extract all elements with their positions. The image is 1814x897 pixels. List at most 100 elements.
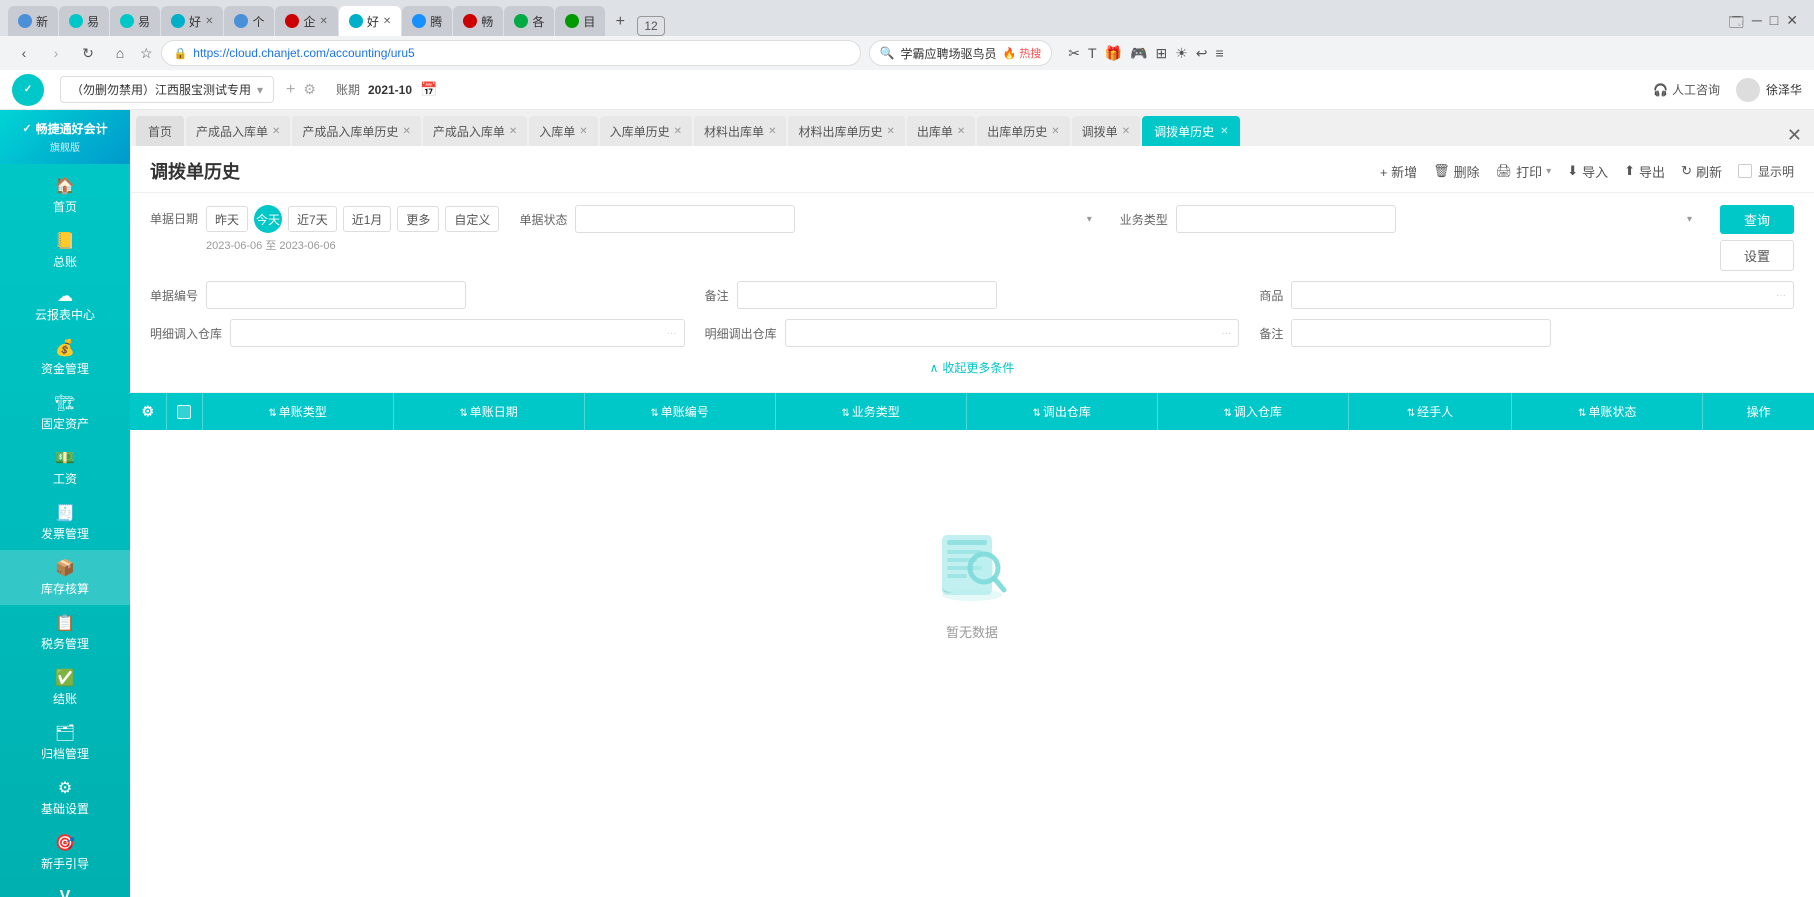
browser-tab-11[interactable]: 目	[555, 6, 605, 36]
tab-close-prod-in[interactable]: ✕	[272, 126, 280, 137]
settings-icon[interactable]: ⚙	[303, 81, 316, 98]
minimize-icon[interactable]: ─	[1752, 12, 1762, 36]
biztype-select-wrapper[interactable]: ▾	[1176, 205, 1700, 233]
browser-tab-7[interactable]: 好 ✕	[339, 6, 401, 36]
ext-icon-2[interactable]: T	[1088, 45, 1097, 62]
browser-tab-8[interactable]: 腾	[402, 6, 452, 36]
sidebar-item-report[interactable]: ☁ 云报表中心	[0, 278, 130, 330]
th-gear[interactable]: ⚙	[130, 393, 166, 430]
remark-input[interactable]	[737, 281, 997, 309]
th-in-warehouse[interactable]: ⇅调入仓库	[1157, 393, 1348, 430]
address-bar[interactable]: 🔒 https://cloud.chanjet.com/accounting/u…	[161, 40, 861, 66]
sidebar-item-tax[interactable]: 📋 税务管理	[0, 605, 130, 660]
th-doc-type[interactable]: ⇅单账类型	[202, 393, 393, 430]
page-tab-in-hist[interactable]: 入库单历史 ✕	[600, 116, 692, 146]
page-tab-out[interactable]: 出库单 ✕	[907, 116, 975, 146]
close-all-tabs-btn[interactable]: ✕	[1781, 125, 1808, 146]
sidebar-item-fund[interactable]: 💰 资金管理	[0, 330, 130, 385]
ext-icon-5[interactable]: ⊞	[1155, 45, 1167, 62]
ext-icon-3[interactable]: 🎁	[1105, 45, 1122, 62]
ext-icon-7[interactable]: ↩	[1196, 45, 1208, 62]
sidebar-item-settings[interactable]: ⚙ 基础设置	[0, 770, 130, 825]
page-tab-home[interactable]: 首页	[136, 116, 184, 146]
browser-tab-9[interactable]: 畅	[453, 6, 503, 36]
refresh-button[interactable]: ↻	[76, 41, 100, 65]
sidebar-item-home[interactable]: 🏠 首页	[0, 168, 130, 223]
browser-tab-4[interactable]: 好 ✕	[161, 6, 223, 36]
calendar-icon[interactable]: 📅	[420, 81, 437, 98]
page-tab-in[interactable]: 入库单 ✕	[529, 116, 597, 146]
page-tab-transfer-hist[interactable]: 调拨单历史 ✕	[1142, 116, 1240, 146]
tab-close-transfer-hist[interactable]: ✕	[1220, 126, 1228, 137]
setting-button[interactable]: 设置	[1720, 240, 1794, 271]
show-toggle-checkbox[interactable]	[1738, 164, 1752, 178]
user-info[interactable]: 徐泽华	[1736, 78, 1802, 102]
new-tab-button[interactable]: +	[606, 8, 634, 36]
page-tab-prod-in[interactable]: 产成品入库单 ✕	[186, 116, 290, 146]
ext-icon-4[interactable]: 🎮	[1130, 45, 1147, 62]
sidebar-item-settle[interactable]: ✅ 结账	[0, 660, 130, 715]
tab-close-mat-out[interactable]: ✕	[768, 126, 776, 137]
bookmark-button[interactable]: ☆	[140, 45, 153, 62]
sidebar-item-salary[interactable]: 💵 工资	[0, 440, 130, 495]
date-btn-custom[interactable]: 自定义	[445, 206, 499, 232]
tab-close-in[interactable]: ✕	[579, 126, 587, 137]
th-biz-type[interactable]: ⇅业务类型	[775, 393, 966, 430]
sidebar-item-archive[interactable]: 🗂 归档管理	[0, 715, 130, 770]
browser-tab-10[interactable]: 各	[504, 6, 554, 36]
th-doc-status[interactable]: ⇅单账状态	[1512, 393, 1703, 430]
export-btn[interactable]: ⬆ 导出	[1624, 162, 1665, 181]
support-btn[interactable]: 🎧 人工咨询	[1653, 81, 1720, 98]
ext-icon-1[interactable]: ✂	[1068, 45, 1080, 62]
docno-input[interactable]	[206, 281, 466, 309]
new-btn[interactable]: + 新增	[1380, 162, 1417, 181]
sidebar-item-invoice[interactable]: 🧾 发票管理	[0, 495, 130, 550]
forward-button[interactable]: ›	[44, 41, 68, 65]
date-btn-today[interactable]: 今天	[254, 205, 282, 233]
date-btn-yesterday[interactable]: 昨天	[206, 206, 248, 232]
th-checkbox[interactable]	[166, 393, 202, 430]
ext-icon-8[interactable]: ≡	[1216, 45, 1224, 62]
date-btn-more[interactable]: 更多	[397, 206, 439, 232]
tab-close-prod-in2[interactable]: ✕	[509, 126, 517, 137]
browser-tab-5[interactable]: 个	[224, 6, 274, 36]
add-company-btn[interactable]: +	[286, 81, 295, 99]
sidebar-item-member[interactable]: V 畅会员	[0, 880, 130, 897]
page-tab-prod-in-hist[interactable]: 产成品入库单历史 ✕	[292, 116, 420, 146]
detail-out-input-wrapper[interactable]: ···	[785, 319, 1240, 347]
window-icon[interactable]: 🗔	[1729, 12, 1744, 36]
home-button[interactable]: ⌂	[108, 41, 132, 65]
collapse-btn[interactable]: ∧ 收起更多条件	[150, 355, 1794, 380]
browser-search-bar[interactable]: 🔍 学霸应聘场驱鸟员 🔥 热搜	[869, 40, 1053, 66]
sidebar-item-guide[interactable]: 🎯 新手引导	[0, 825, 130, 880]
tab-close-prod-in-hist[interactable]: ✕	[402, 126, 410, 137]
page-tab-out-hist[interactable]: 出库单历史 ✕	[977, 116, 1069, 146]
query-button[interactable]: 查询	[1720, 205, 1794, 234]
back-button[interactable]: ‹	[12, 41, 36, 65]
tab-close-in-hist[interactable]: ✕	[674, 126, 682, 137]
tab-close-out-hist[interactable]: ✕	[1051, 126, 1059, 137]
date-btn-1month[interactable]: 近1月	[343, 206, 392, 232]
gear-icon[interactable]: ⚙	[141, 403, 154, 419]
goods-input-wrapper[interactable]: ···	[1291, 281, 1794, 309]
ext-icon-6[interactable]: ☀	[1175, 45, 1188, 62]
page-tab-mat-out[interactable]: 材料出库单 ✕	[694, 116, 786, 146]
company-selector[interactable]: （勿删勿禁用）江西服宝测试专用 ▾	[60, 76, 274, 103]
status-select-wrapper[interactable]: ▾	[575, 205, 1099, 233]
browser-tab-6[interactable]: 企 ✕	[275, 6, 337, 36]
browser-tab-3[interactable]: 易	[110, 6, 160, 36]
tab-close-6[interactable]: ✕	[319, 16, 327, 27]
close-icon[interactable]: ✕	[1786, 12, 1798, 36]
th-handler[interactable]: ⇅经手人	[1348, 393, 1512, 430]
select-all-checkbox[interactable]	[177, 405, 191, 419]
sidebar-item-ledger[interactable]: 📒 总账	[0, 223, 130, 278]
date-btn-7days[interactable]: 近7天	[288, 206, 337, 232]
sidebar-item-asset[interactable]: 🏗 固定资产	[0, 385, 130, 440]
th-doc-date[interactable]: ⇅单账日期	[393, 393, 584, 430]
print-btn[interactable]: 🖨 打印 ▾	[1496, 162, 1552, 181]
delete-btn[interactable]: 🗑 删除	[1433, 162, 1480, 181]
detail-remark-input[interactable]	[1291, 319, 1551, 347]
detail-in-input-wrapper[interactable]: ···	[230, 319, 685, 347]
tab-close-7[interactable]: ✕	[383, 16, 391, 27]
page-tab-mat-out-hist[interactable]: 材料出库单历史 ✕	[788, 116, 904, 146]
